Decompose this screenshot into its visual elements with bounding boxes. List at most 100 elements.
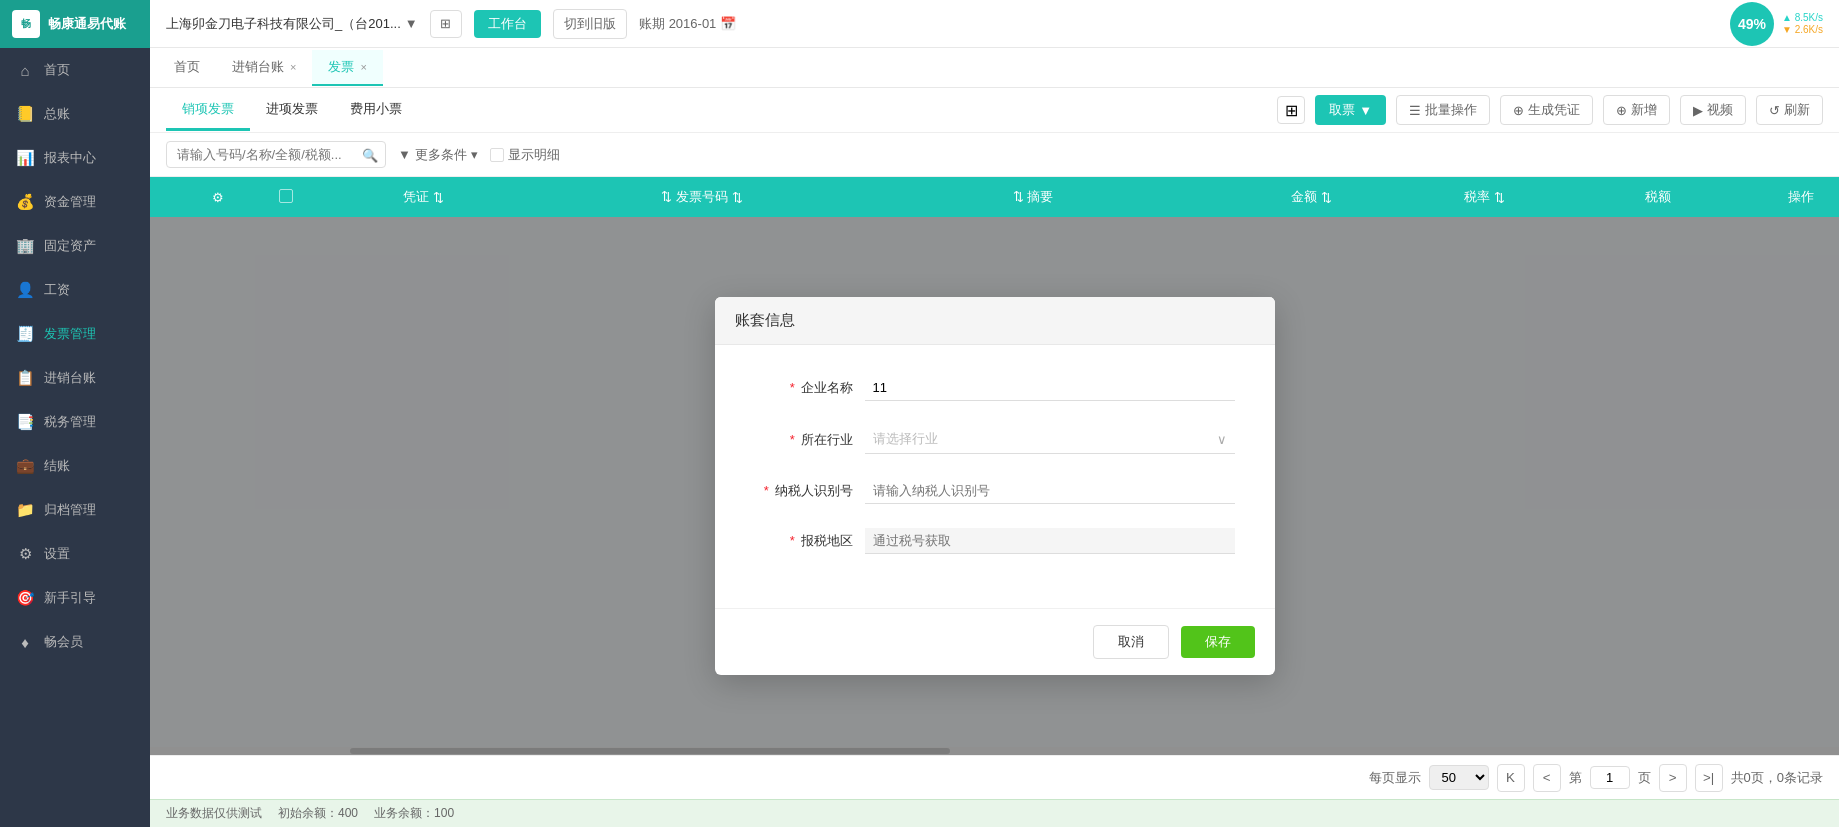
page-size-select[interactable]: 50 100 200 [1429,765,1489,790]
period-display: 账期 2016-01 📅 [639,15,737,33]
sidebar-item-税务管理[interactable]: 📑 税务管理 [0,400,150,444]
pagination-bar: 每页显示 50 100 200 K < 第 页 > >| 共0页，0条记录 [150,755,1839,799]
workbench-button[interactable]: 工作台 [474,10,541,38]
th-amount: 金额 ⇅ [1198,188,1424,206]
sidebar-label: 固定资产 [44,237,96,255]
select-dropdown-icon: ∨ [1217,432,1227,447]
sub-tab-进项发票[interactable]: 进项发票 [250,90,334,131]
sidebar-icon: ⚙ [16,545,34,563]
show-detail-checkbox[interactable] [490,148,504,162]
sidebar-icon: 💰 [16,193,34,211]
industry-select[interactable]: 请选择行业 ∨ [865,425,1235,454]
company-name-input[interactable] [865,375,1235,401]
tab-进销台账[interactable]: 进销台账 × [216,50,312,86]
show-detail-wrap[interactable]: 显示明细 [490,146,560,164]
sidebar-item-固定资产[interactable]: 🏢固定资产 [0,224,150,268]
toolbar: ⊞ 取票 ▼ ☰ 批量操作 ⊕ 生成凭证 ⊕ 新增 ▶ [1277,95,1823,125]
more-conditions-btn[interactable]: ▼ 更多条件 ▾ [398,146,478,164]
form-row-company: * 企业名称 [755,375,1235,401]
sidebar-icon: 📒 [16,105,34,123]
refresh-icon: ↺ [1769,103,1780,118]
grid-view-btn[interactable]: ⊞ [1277,96,1305,124]
sub-tab-费用小票[interactable]: 费用小票 [334,90,418,131]
tax-region-input [865,528,1235,554]
th-invoice-no: ⇅ 发票号码 ⇅ [537,188,868,206]
sidebar-label: 归档管理 [44,501,96,519]
refresh-btn[interactable]: ↺ 刷新 [1756,95,1823,125]
sidebar-label: 发票管理 [44,325,96,343]
sidebar-item-进销台账[interactable]: 📋 进销台账 [0,356,150,400]
last-page-btn[interactable]: >| [1695,764,1723,792]
save-button[interactable]: 保存 [1181,626,1255,658]
add-btn[interactable]: ⊕ 新增 [1603,95,1670,125]
prev-page-btn[interactable]: < [1533,764,1561,792]
sidebar-icon: 🎯 [16,589,34,607]
tab-label: 首页 [174,58,200,76]
main-content: 上海卯金刀电子科技有限公司_（台201... ▼ ⊞ 工作台 切到旧版 账期 2… [150,0,1839,827]
tab-首页[interactable]: 首页 [158,50,216,86]
form-row-industry: * 所在行业 请选择行业 ∨ [755,425,1235,454]
filter-bar: 🔍 ▼ 更多条件 ▾ 显示明细 [150,133,1839,177]
sidebar-item-结账[interactable]: 💼结账 [0,444,150,488]
th-tax-amount: 税额 [1545,188,1771,206]
sidebar-item-畅会员[interactable]: ♦畅会员 [0,620,150,664]
gen-voucher-btn[interactable]: ⊕ 生成凭证 [1500,95,1593,125]
sidebar-item-新手引导[interactable]: 🎯新手引导 [0,576,150,620]
sidebar-label: 进销台账 [44,369,96,387]
search-icon: 🔍 [362,147,378,162]
sidebar-label: 设置 [44,545,70,563]
dropdown-arrow: ▼ [1359,103,1372,118]
sidebar-label: 资金管理 [44,193,96,211]
modal-title: 账套信息 [735,311,795,328]
logo-icon: 畅 [12,10,40,38]
sidebar-item-归档管理[interactable]: 📁 归档管理 [0,488,150,532]
gen-voucher-icon: ⊕ [1513,103,1524,118]
sidebar-item-发票管理[interactable]: 🧾发票管理 [0,312,150,356]
video-icon: ▶ [1693,103,1703,118]
search-input[interactable] [166,141,386,168]
invoice-btn[interactable]: 取票 ▼ [1315,95,1386,125]
next-page-btn[interactable]: > [1659,764,1687,792]
tab-close[interactable]: × [290,61,296,73]
sidebar-icon: 👤 [16,281,34,299]
sidebar-item-工资[interactable]: 👤 工资 [0,268,150,312]
tab-close[interactable]: × [360,61,366,73]
page-number-input[interactable] [1590,766,1630,789]
sidebar-item-首页[interactable]: ⌂首页 [0,48,150,92]
search-wrap: 🔍 [166,141,386,168]
sidebar-icon: 📑 [16,413,34,431]
sidebar: 畅 畅康通易代账 ⌂首页 📒 总账 📊报表中心 💰 资金管理 🏢固定资产 👤 工资 🧾发票管理 📋 进… [0,0,150,827]
th-actions: 操作 [1771,188,1831,206]
app-name: 畅康通易代账 [48,15,126,33]
sidebar-label: 税务管理 [44,413,96,431]
sidebar-icon: 📋 [16,369,34,387]
tax-id-label: * 纳税人识别号 [755,482,865,500]
first-page-btn[interactable]: K [1497,764,1525,792]
app-logo: 畅 畅康通易代账 [0,0,150,48]
modal-header: 账套信息 [715,297,1275,345]
sidebar-label: 畅会员 [44,633,83,651]
sidebar-label: 报表中心 [44,149,96,167]
sidebar-item-资金管理[interactable]: 💰 资金管理 [0,180,150,224]
company-dropdown-icon[interactable]: ▼ [405,16,418,31]
video-btn[interactable]: ▶ 视频 [1680,95,1746,125]
company-name-label: * 企业名称 [755,379,865,397]
calendar-icon[interactable]: 📅 [720,16,736,31]
tab-label: 进销台账 [232,58,284,76]
sidebar-item-设置[interactable]: ⚙ 设置 [0,532,150,576]
th-checkbox[interactable] [279,189,311,206]
sidebar-label: 总账 [44,105,70,123]
sidebar-item-总账[interactable]: 📒 总账 [0,92,150,136]
copy-icon-btn[interactable]: ⊞ [430,10,462,38]
sidebar-label: 工资 [44,281,70,299]
company-name: 上海卯金刀电子科技有限公司_（台201... ▼ [166,15,418,33]
switch-old-button[interactable]: 切到旧版 [553,9,627,39]
cancel-button[interactable]: 取消 [1093,625,1169,659]
sidebar-icon: 📁 [16,501,34,519]
sub-tab-销项发票[interactable]: 销项发票 [166,90,250,131]
batch-ops-btn[interactable]: ☰ 批量操作 [1396,95,1490,125]
header-right: 49% ▲ 8.5K/s ▼ 2.6K/s [1730,2,1823,46]
tax-id-input[interactable] [865,478,1235,504]
sidebar-item-报表中心[interactable]: 📊报表中心 [0,136,150,180]
tab-发票[interactable]: 发票× [312,50,382,86]
